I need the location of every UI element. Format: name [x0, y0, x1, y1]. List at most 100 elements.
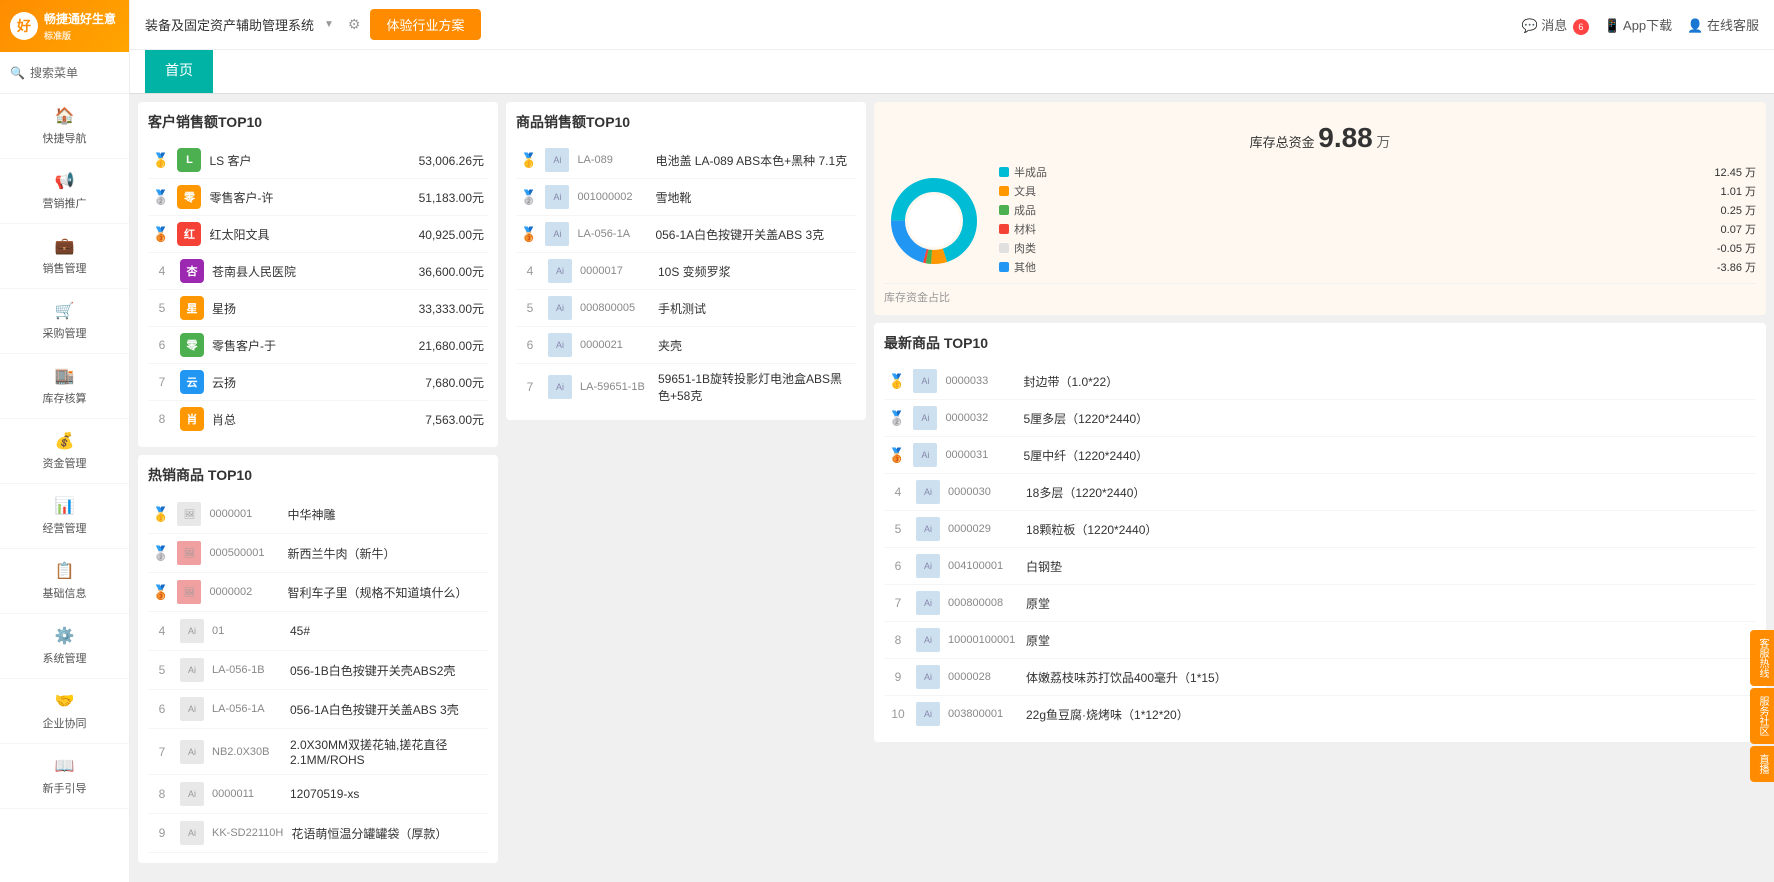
- product-code: LA-59651-1B: [580, 381, 650, 393]
- legend-label: 材料: [1014, 221, 1716, 237]
- customer-value: 7,680.00元: [425, 374, 484, 391]
- gear-icon[interactable]: ⚙: [348, 16, 361, 33]
- legend-dot: [999, 243, 1009, 253]
- legend-value: 12.45 万: [1714, 164, 1756, 180]
- product-img: Ai: [916, 628, 940, 652]
- newest-product-item: 🥇 Ai 0000033 封边带（1.0*22）: [884, 363, 1756, 400]
- customer-list-item: 7 云 云扬 7,680.00元: [148, 364, 488, 401]
- inventory-legend: 半成品 12.45 万 文具 1.01 万 成品 0.25 万 材料 0.07 …: [999, 164, 1756, 278]
- online-service-link[interactable]: 👤 在线客服: [1687, 15, 1759, 34]
- top-customers-card: 客户销售额TOP10 🥇 L LS 客户 53,006.26元🥈 零 零售客户-…: [138, 102, 498, 447]
- top-bar: 装备及固定资产辅助管理系统 ▼ ⚙ 体验行业方案 💬 消息 6 📱 App下载 …: [130, 0, 1774, 50]
- product-name: 手机测试: [658, 300, 852, 317]
- finance-icon: 💰: [55, 431, 75, 451]
- newest-product-item: 10 Ai 003800001 22g鱼豆腐·烧烤味（1*12*20）: [884, 696, 1756, 732]
- newest-product-item: 8 Ai 10000100001 原堂: [884, 622, 1756, 659]
- message-badge: 6: [1573, 19, 1589, 35]
- product-img: Ai: [548, 333, 572, 357]
- company-label: 企业协同: [43, 715, 87, 731]
- tab-home[interactable]: 首页: [145, 50, 213, 93]
- product-sales-item: 🥉 Ai LA-056-1A 056-1A白色按键开关盖ABS 3克: [516, 216, 856, 253]
- marketing-icon: 📢: [55, 171, 75, 191]
- rank-num: 9: [888, 670, 908, 684]
- legend-label: 文具: [1014, 183, 1716, 199]
- dropdown-icon[interactable]: ▼: [324, 19, 334, 30]
- product-img: Ai: [916, 517, 940, 541]
- product-img: 🖼: [177, 541, 201, 565]
- basic-label: 基础信息: [43, 585, 87, 601]
- product-img: 🖼: [177, 580, 201, 604]
- product-code: 0000011: [212, 788, 282, 800]
- product-code: NB2.0X30B: [212, 746, 282, 758]
- customer-avatar: 云: [180, 370, 204, 394]
- message-link[interactable]: 💬 消息 6: [1521, 15, 1588, 35]
- product-img: Ai: [545, 148, 569, 172]
- product-name: 封边带（1.0*22）: [1023, 373, 1752, 390]
- try-btn[interactable]: 体验行业方案: [370, 9, 480, 40]
- sidebar-item-marketing[interactable]: 📢 营销推广: [0, 159, 129, 224]
- product-code: 0000017: [580, 265, 650, 277]
- top-product-sales-title: 商品销售额TOP10: [516, 112, 856, 132]
- newest-product-item: 5 Ai 0000029 18颗粒板（1220*2440）: [884, 511, 1756, 548]
- legend-dot: [999, 224, 1009, 234]
- product-code: 0000001: [209, 508, 279, 520]
- rank-num: 6: [152, 338, 172, 352]
- inventory-value: 9.88: [1318, 122, 1373, 153]
- product-img: Ai: [916, 702, 940, 726]
- product-name: 雪地靴: [655, 189, 852, 206]
- sidebar-search-area[interactable]: 🔍 搜索菜单: [0, 52, 129, 94]
- rank-num: 7: [520, 380, 540, 394]
- product-img: Ai: [180, 619, 204, 643]
- search-menu-button[interactable]: 🔍 搜索菜单: [10, 60, 119, 85]
- legend-dot: [999, 262, 1009, 272]
- purchase-label: 采购管理: [43, 325, 87, 341]
- content-area: 客户销售额TOP10 🥇 L LS 客户 53,006.26元🥈 零 零售客户-…: [130, 94, 1774, 882]
- product-name: 10S 变频罗浆: [658, 263, 852, 280]
- product-sales-item: 🥇 Ai LA-089 电池盖 LA-089 ABS本色+黑种 7.1克: [516, 142, 856, 179]
- top-customers-title: 客户销售额TOP10: [148, 112, 488, 132]
- marketing-label: 营销推广: [43, 195, 87, 211]
- sidebar-item-guide[interactable]: 📖新手引导: [0, 744, 129, 809]
- sidebar-item-system[interactable]: ⚙️系统管理: [0, 614, 129, 679]
- rank-num: 7: [152, 745, 172, 759]
- sidebar-item-company[interactable]: 🤝企业协同: [0, 679, 129, 744]
- app-download-link[interactable]: 📱 App下载: [1604, 15, 1672, 34]
- product-img: Ai: [548, 259, 572, 283]
- donut-chart: [884, 171, 984, 271]
- customer-avatar: 零: [177, 185, 201, 209]
- purchase-icon: 🛒: [55, 301, 75, 321]
- product-code: LA-056-1A: [212, 703, 282, 715]
- quick-nav-icon: 🏠: [55, 106, 75, 126]
- sidebar-item-operation[interactable]: 📊经营管理: [0, 484, 129, 549]
- float-service-btn[interactable]: 直播: [1750, 746, 1774, 782]
- customer-avatar: L: [177, 148, 201, 172]
- finance-label: 资金管理: [43, 455, 87, 471]
- hot-product-item: 8 Ai 0000011 12070519-xs: [148, 775, 488, 814]
- service-label: 在线客服: [1707, 18, 1759, 33]
- rank-num: 4: [888, 485, 908, 499]
- quick-nav-label: 快捷导航: [43, 130, 87, 146]
- product-sales-item: 5 Ai 000800005 手机测试: [516, 290, 856, 327]
- product-code: 0000030: [948, 486, 1018, 498]
- product-code: 003800001: [948, 708, 1018, 720]
- newest-product-item: 6 Ai 004100001 白钢垫: [884, 548, 1756, 585]
- sidebar-item-finance[interactable]: 💰 资金管理: [0, 419, 129, 484]
- rank-num: 10: [888, 707, 908, 721]
- logo-badge: 标准版: [44, 29, 116, 42]
- sidebar: 好 畅捷通好生意 标准版 🔍 搜索菜单 🏠快捷导航📢营销推广💼销售管理🛒采购管理…: [0, 0, 130, 882]
- rank-medal: 🥇: [520, 152, 537, 169]
- sidebar-item-quick-nav[interactable]: 🏠 快捷导航: [0, 94, 129, 159]
- float-service-btn[interactable]: 服务社区: [1750, 688, 1774, 744]
- customer-avatar: 星: [180, 296, 204, 320]
- sidebar-item-inventory[interactable]: 🏬库存核算: [0, 354, 129, 419]
- sidebar-item-purchase[interactable]: 🛒 采购管理: [0, 289, 129, 354]
- product-img: Ai: [916, 665, 940, 689]
- float-service-btn[interactable]: 客服热线: [1750, 630, 1774, 686]
- sidebar-item-sales[interactable]: 💼销售管理: [0, 224, 129, 289]
- product-sales-item: 6 Ai 0000021 夹壳: [516, 327, 856, 364]
- rank-medal: 🥉: [520, 226, 537, 243]
- sidebar-item-basic[interactable]: 📋基础信息: [0, 549, 129, 614]
- system-label: 系统管理: [43, 650, 87, 666]
- customer-list-item: 🥈 零 零售客户-许 51,183.00元: [148, 179, 488, 216]
- legend-label: 肉类: [1014, 240, 1712, 256]
